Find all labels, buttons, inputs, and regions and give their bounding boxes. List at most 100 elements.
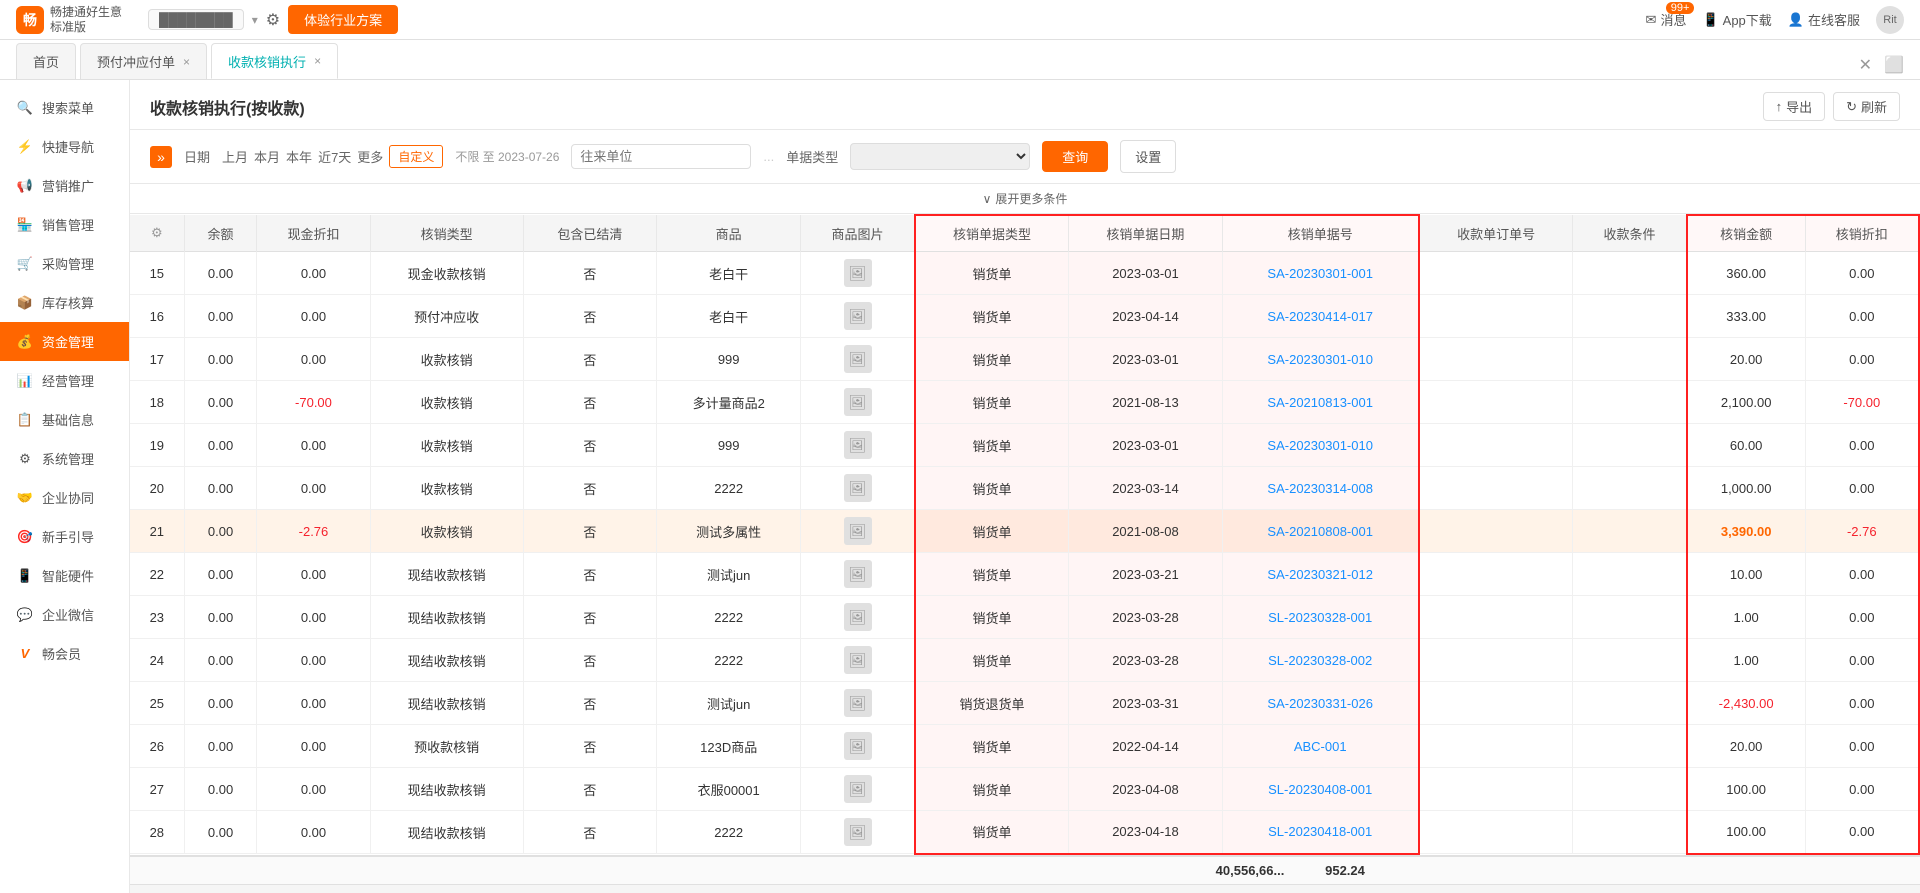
refresh-button[interactable]: ↻ 刷新 [1833,92,1900,121]
th-cancel-amount: 核销金额 [1687,215,1805,252]
table-cell[interactable]: SA-20230301-010 [1222,424,1419,467]
table-cell [1573,725,1687,768]
table-cell[interactable]: SL-20230328-001 [1222,596,1419,639]
sidebar-item-enterprise[interactable]: 🤝 企业协同 [0,478,129,517]
table-cell: 26 [130,725,184,768]
tab-collection[interactable]: 收款核销执行 × [211,43,338,79]
sidebar-label-enterprise: 企业协同 [42,488,94,507]
table-cell[interactable]: SA-20210808-001 [1222,510,1419,553]
filter-settings-btn[interactable]: 设置 [1120,140,1176,173]
message-badge: 99+ [1666,2,1695,14]
main-layout: 🔍 搜索菜单 ⚡ 快捷导航 📢 营销推广 🏪 销售管理 🛒 采购管理 📦 库存核… [0,80,1920,893]
filter-expand-btn[interactable]: » [150,146,172,168]
table-row: 150.000.00现金收款核销否老白干🖼销货单2023-03-01SA-202… [130,252,1919,295]
table-row: 270.000.00现结收款核销否衣服00001🖼销货单2023-04-08SL… [130,768,1919,811]
sidebar-item-system[interactable]: ⚙ 系统管理 [0,439,129,478]
table-row: 240.000.00现结收款核销否2222🖼销货单2023-03-28SL-20… [130,639,1919,682]
table-cell[interactable]: SL-20230408-001 [1222,768,1419,811]
th-gear[interactable]: ⚙ [130,215,184,252]
sidebar-item-quick-nav[interactable]: ⚡ 快捷导航 [0,127,129,166]
counterparty-input[interactable] [571,144,751,169]
expand-more-bar[interactable]: ∨ 展开更多条件 [130,184,1920,214]
tab-collection-close[interactable]: × [314,54,321,68]
tab-prepay-close[interactable]: × [183,55,190,69]
table-cell: 否 [523,467,656,510]
table-cell[interactable]: SL-20230328-002 [1222,639,1419,682]
business-icon: 📊 [16,372,34,390]
table-cell[interactable]: SL-20230418-001 [1222,811,1419,854]
tab-maximize-btn[interactable]: ⬜ [1880,51,1908,79]
settings-icon[interactable]: ⚙ [266,10,280,30]
table-cell[interactable]: SA-20230414-017 [1222,295,1419,338]
table-cell: 2023-03-31 [1069,682,1222,725]
table-cell: 2023-04-18 [1069,811,1222,854]
app-download-btn[interactable]: 📱 App下载 [1702,10,1771,29]
sidebar-item-member[interactable]: V 畅会员 [0,634,129,673]
table-cell [1419,596,1573,639]
table-cell[interactable]: SA-20230301-001 [1222,252,1419,295]
table-row: 220.000.00现结收款核销否测试jun🖼销货单2023-03-21SA-2… [130,553,1919,596]
table-cell: 0.00 [257,768,370,811]
table-row: 160.000.00预付冲应收否老白干🖼销货单2023-04-14SA-2023… [130,295,1919,338]
th-balance: 余额 [184,215,257,252]
online-service-btn[interactable]: 👤 在线客服 [1788,10,1860,29]
table-cell: -2,430.00 [1687,682,1805,725]
query-button[interactable]: 查询 [1042,141,1108,172]
table-cell[interactable]: ABC-001 [1222,725,1419,768]
user-avatar[interactable]: Rit [1876,6,1904,34]
table-cell[interactable]: SA-20230301-010 [1222,338,1419,381]
sidebar-item-basic[interactable]: 📋 基础信息 [0,400,129,439]
table-cell: 否 [523,295,656,338]
table-cell: 20 [130,467,184,510]
data-table-container: ⚙ 余额 现金折扣 核销类型 包含已结清 商品 商品图片 核销单据类型 核销单据… [130,214,1920,893]
sidebar-item-inventory[interactable]: 📦 库存核算 [0,283,129,322]
date-custom-btn[interactable]: 自定义 [389,145,443,168]
sidebar-item-guide[interactable]: 🎯 新手引导 [0,517,129,556]
sidebar-item-wechat[interactable]: 💬 企业微信 [0,595,129,634]
table-cell [1419,811,1573,854]
table-cell[interactable]: SA-20230314-008 [1222,467,1419,510]
tab-prepay[interactable]: 预付冲应付单 × [80,43,207,79]
sidebar-item-search[interactable]: 🔍 搜索菜单 [0,88,129,127]
date-7days[interactable]: 近7天 [318,147,351,166]
sidebar-item-capital[interactable]: 💰 资金管理 [0,322,129,361]
table-cell: 60.00 [1687,424,1805,467]
table-cell: 0.00 [257,467,370,510]
top-bar-center: ████████ ▾ ⚙ 体验行业方案 [148,5,1634,34]
date-this-month[interactable]: 本月 [254,147,280,166]
table-cell: 否 [523,252,656,295]
tab-home[interactable]: 首页 [16,43,76,79]
message-btn[interactable]: ✉ 消息 99+ [1646,10,1687,29]
wechat-icon: 💬 [16,606,34,624]
table-cell: 🖼 [801,553,915,596]
th-include-settled: 包含已结清 [523,215,656,252]
company-name[interactable]: ████████ [148,9,244,30]
user-label: Rit [1883,14,1896,26]
export-button[interactable]: ↑ 导出 [1763,92,1826,121]
th-product-image: 商品图片 [801,215,915,252]
voucher-type-select[interactable] [850,143,1030,170]
date-this-year[interactable]: 本年 [286,147,312,166]
table-cell[interactable]: SA-20230331-026 [1222,682,1419,725]
table-cell [1573,596,1687,639]
date-last-month[interactable]: 上月 [222,147,248,166]
trial-button[interactable]: 体验行业方案 [288,5,398,34]
tab-home-label: 首页 [33,52,59,71]
sidebar-item-business[interactable]: 📊 经营管理 [0,361,129,400]
sidebar-label-search: 搜索菜单 [42,98,94,117]
sidebar-item-sales[interactable]: 🏪 销售管理 [0,205,129,244]
table-cell: 0.00 [1805,553,1919,596]
table-cell[interactable]: SA-20210813-001 [1222,381,1419,424]
sidebar-item-purchase[interactable]: 🛒 采购管理 [0,244,129,283]
sales-icon: 🏪 [16,216,34,234]
table-cell[interactable]: SA-20230321-012 [1222,553,1419,596]
company-dropdown-arrow[interactable]: ▾ [252,13,258,27]
sidebar-item-marketing[interactable]: 📢 营销推广 [0,166,129,205]
horizontal-scrollbar[interactable] [130,884,1920,893]
tab-close-all-btn[interactable]: ✕ [1855,51,1876,79]
sidebar-item-hardware[interactable]: 📱 智能硬件 [0,556,129,595]
date-more[interactable]: 更多 [357,147,383,166]
table-cell [1573,424,1687,467]
table-cell: 100.00 [1687,811,1805,854]
table-cell: 0.00 [184,768,257,811]
